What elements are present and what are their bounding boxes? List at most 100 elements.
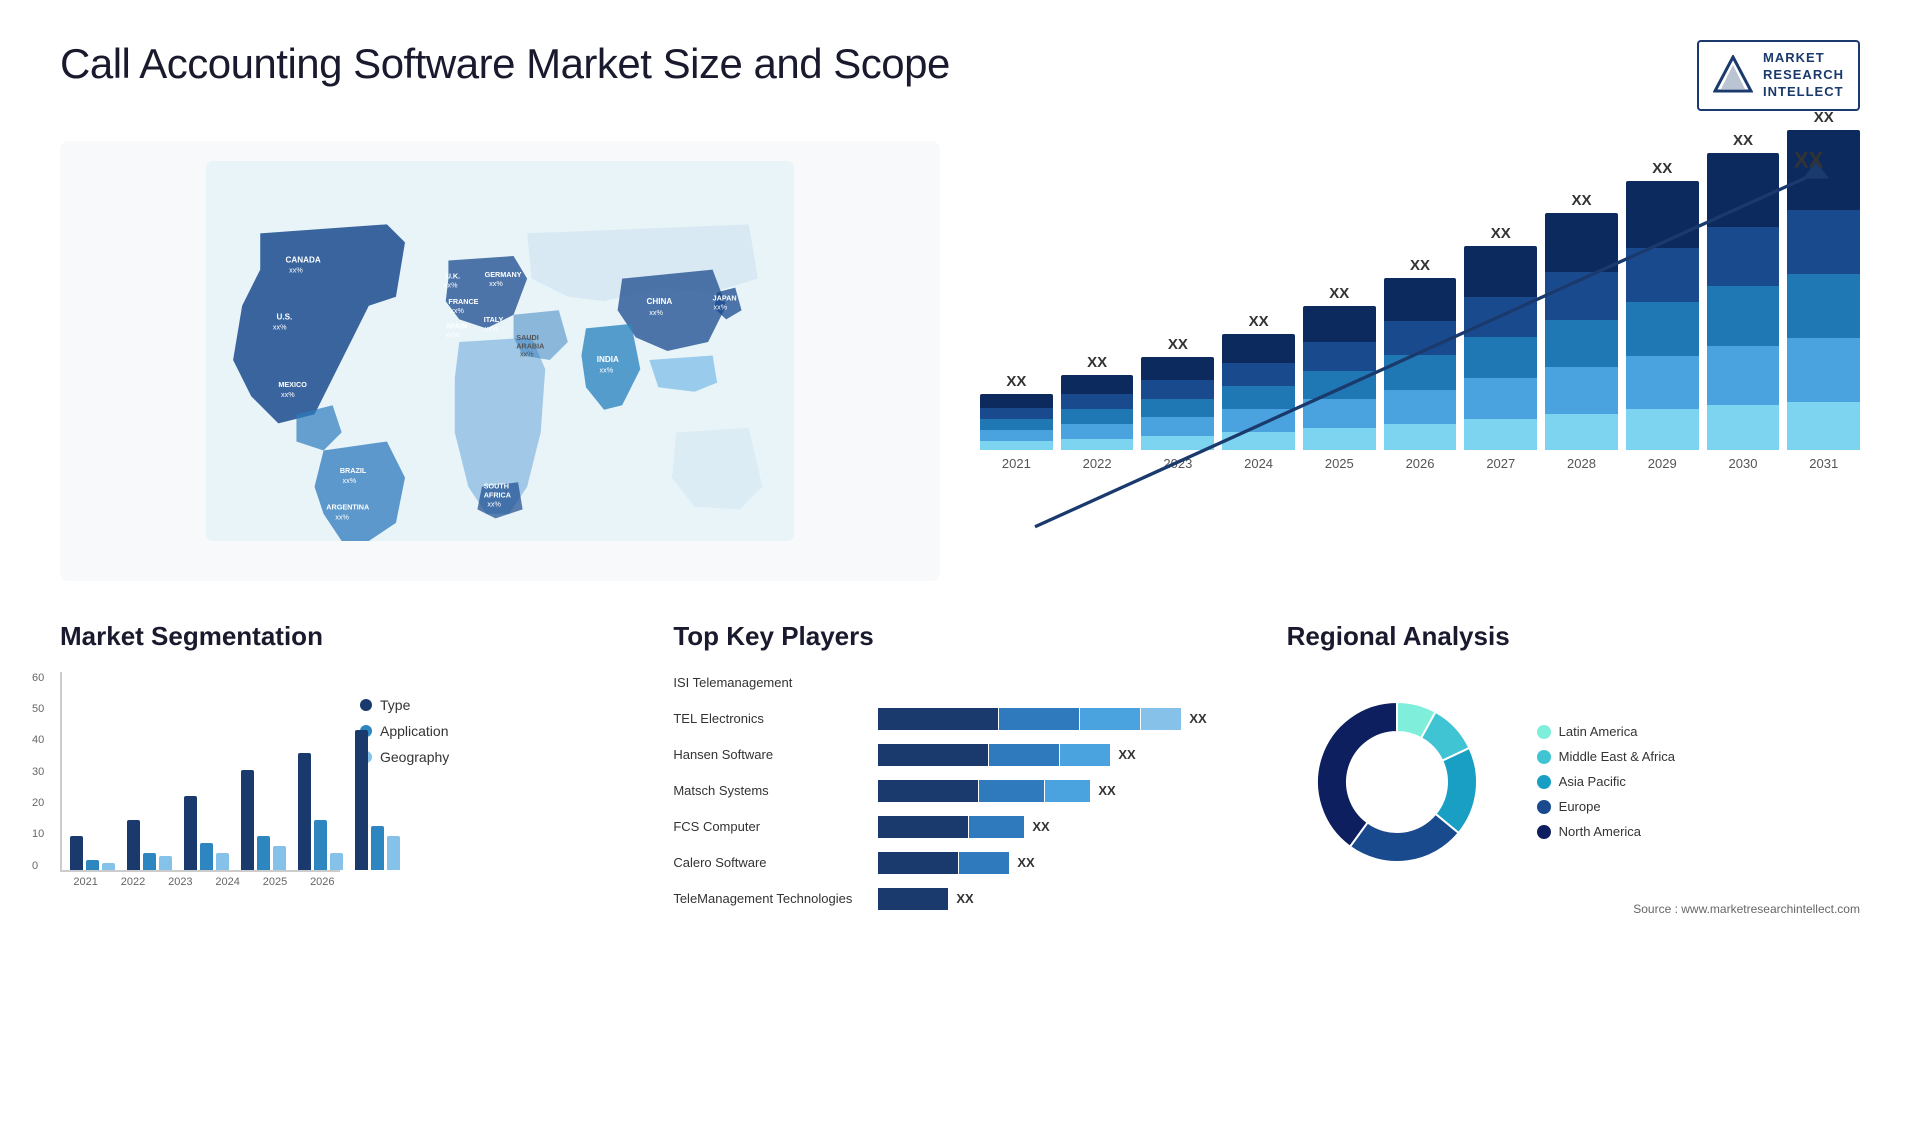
player-xx-label: XX <box>1098 783 1115 798</box>
seg-year-group <box>184 796 229 869</box>
bar-label-top: XX <box>1652 160 1672 177</box>
seg-year-group <box>355 730 400 870</box>
player-row: Calero SoftwareXX <box>673 852 1246 874</box>
svg-text:ARGENTINA: ARGENTINA <box>326 502 370 511</box>
svg-text:GERMANY: GERMANY <box>485 269 522 278</box>
logo-text: MARKET RESEARCH INTELLECT <box>1763 50 1844 101</box>
player-name: TEL Electronics <box>673 711 868 726</box>
svg-text:xx%: xx% <box>485 324 499 333</box>
donut-legend-item: Europe <box>1537 799 1675 814</box>
world-map-svg: CANADA xx% U.S. xx% MEXICO xx% BRAZIL xx… <box>80 161 920 541</box>
bar-group: XX2025 <box>1303 285 1376 471</box>
player-bar-wrap: XX <box>878 852 1034 874</box>
bar-year-label: 2031 <box>1809 456 1838 471</box>
svg-text:U.S.: U.S. <box>277 312 293 321</box>
svg-text:CHINA: CHINA <box>647 297 673 306</box>
bar-label-top: XX <box>1249 313 1269 330</box>
donut-chart <box>1287 672 1507 892</box>
bar-label-top: XX <box>1006 373 1026 390</box>
bar-stack <box>1545 213 1618 450</box>
seg-bar <box>159 856 172 869</box>
svg-text:xx%: xx% <box>281 390 295 399</box>
svg-text:AFRICA: AFRICA <box>484 490 512 499</box>
player-xx-label: XX <box>1118 747 1135 762</box>
svg-text:FRANCE: FRANCE <box>448 297 478 306</box>
bar-stack <box>980 394 1053 450</box>
player-bar-wrap: XX <box>878 744 1135 766</box>
header: Call Accounting Software Market Size and… <box>60 40 1860 111</box>
seg-year-group <box>298 753 343 870</box>
bar-year-label: 2027 <box>1486 456 1515 471</box>
bar-stack <box>1626 181 1699 450</box>
bar-group: XX2027 <box>1464 225 1537 471</box>
source-text: Source : www.marketresearchintellect.com <box>1287 902 1860 916</box>
donut-legend: Latin AmericaMiddle East & AfricaAsia Pa… <box>1537 724 1675 839</box>
svg-text:xx%: xx% <box>450 306 464 315</box>
bar-stack <box>1061 375 1134 449</box>
svg-text:xx%: xx% <box>444 280 458 289</box>
svg-text:CANADA: CANADA <box>286 255 321 264</box>
bar-label-top: XX <box>1572 192 1592 209</box>
player-name: ISI Telemanagement <box>673 675 868 690</box>
bar-group: XX 2029 <box>1626 160 1699 471</box>
svg-text:ITALY: ITALY <box>484 315 504 324</box>
svg-text:xx%: xx% <box>343 476 357 485</box>
seg-bar <box>330 853 343 870</box>
player-bar-wrap: XX <box>878 708 1206 730</box>
bar-group: XX2023 <box>1141 336 1214 471</box>
bar-year-label: 2025 <box>1325 456 1354 471</box>
seg-bar <box>127 820 140 870</box>
seg-bar <box>273 846 286 869</box>
donut-slice-4 <box>1317 702 1397 847</box>
seg-bar <box>241 770 254 870</box>
player-bar-wrap: XX <box>878 888 973 910</box>
segmentation-section: Market Segmentation 60 50 40 30 20 10 0 <box>60 621 633 916</box>
seg-bar <box>387 836 400 869</box>
seg-bar <box>200 843 213 870</box>
svg-text:xx%: xx% <box>446 330 460 339</box>
player-name: Hansen Software <box>673 747 868 762</box>
player-row: TeleManagement Technologies XX <box>673 888 1246 910</box>
player-xx-label: XX <box>1017 855 1034 870</box>
donut-legend-item: Middle East & Africa <box>1537 749 1675 764</box>
world-map-section: CANADA xx% U.S. xx% MEXICO xx% BRAZIL xx… <box>60 141 940 581</box>
key-players-title: Top Key Players <box>673 621 1246 652</box>
svg-text:xx%: xx% <box>289 265 303 274</box>
bar-year-label: 2030 <box>1729 456 1758 471</box>
player-bar-wrap: XX <box>878 780 1115 802</box>
bar-group: XX 2021 <box>980 373 1053 471</box>
bar-label-top: XX <box>1733 132 1753 149</box>
svg-text:xx%: xx% <box>335 512 349 521</box>
bar-year-label: 2021 <box>1002 456 1031 471</box>
seg-chart <box>60 672 340 872</box>
seg-x-labels: 2021 2022 2023 2024 2025 2026 <box>60 876 340 888</box>
bar-year-label: 2023 <box>1163 456 1192 471</box>
player-xx-label: XX <box>1032 819 1049 834</box>
bar-group: XX2031 <box>1787 109 1860 471</box>
seg-chart-wrap: 60 50 40 30 20 10 0 2021 2022 2023 <box>60 672 633 888</box>
seg-bar <box>314 820 327 870</box>
bar-year-label: 2028 <box>1567 456 1596 471</box>
player-row: Hansen Software XX <box>673 744 1246 766</box>
bar-stack <box>1384 278 1457 450</box>
segmentation-title: Market Segmentation <box>60 621 633 652</box>
seg-year-group <box>127 820 172 870</box>
bar-label-top: XX <box>1410 257 1430 274</box>
regional-title: Regional Analysis <box>1287 621 1860 652</box>
svg-text:INDIA: INDIA <box>597 355 619 364</box>
seg-year-group <box>241 770 286 870</box>
player-name: TeleManagement Technologies <box>673 891 868 906</box>
svg-text:BRAZIL: BRAZIL <box>340 466 367 475</box>
bar-chart: XX2021XX2022XX2023XX2024XX2025XX2026XX20… <box>980 171 1860 501</box>
bar-label-top: XX <box>1087 354 1107 371</box>
bar-chart-container: XX XX2021XX2022XX2023XX2024XX2025XX2026X… <box>980 151 1860 571</box>
svg-text:xx%: xx% <box>520 349 534 358</box>
donut-wrap: Latin AmericaMiddle East & AfricaAsia Pa… <box>1287 672 1860 892</box>
donut-legend-item: Latin America <box>1537 724 1675 739</box>
page-title: Call Accounting Software Market Size and… <box>60 40 950 88</box>
svg-text:xx%: xx% <box>600 365 614 374</box>
bar-year-label: 2029 <box>1648 456 1677 471</box>
svg-text:xx%: xx% <box>714 302 728 311</box>
svg-text:xx%: xx% <box>273 322 287 331</box>
seg-bar <box>184 796 197 869</box>
